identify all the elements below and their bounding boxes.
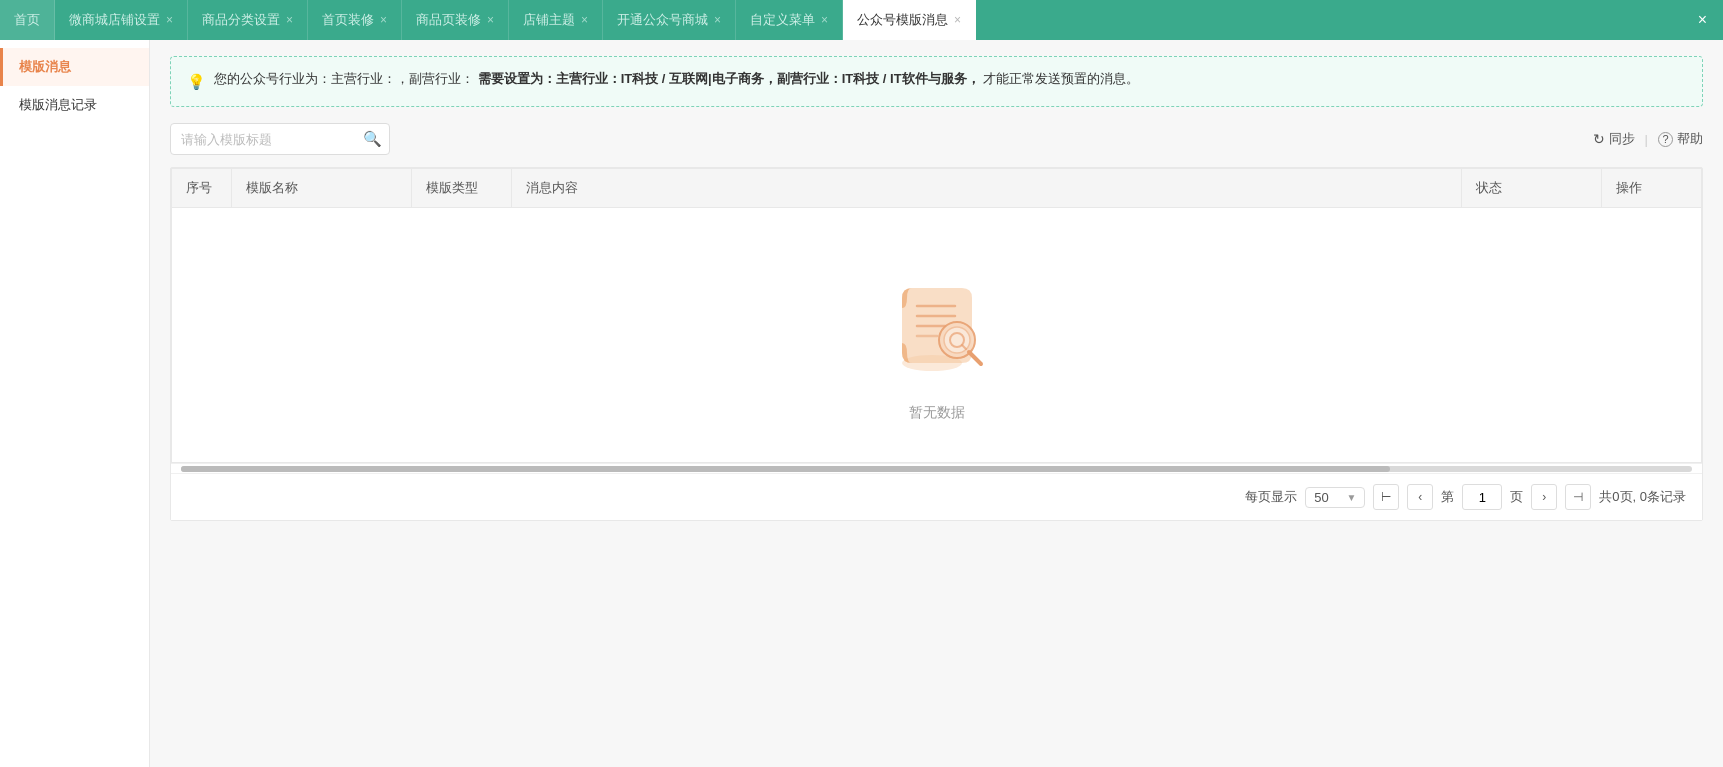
page-summary: 共0页, 0条记录: [1599, 488, 1686, 506]
search-input-wrap: 🔍: [170, 123, 390, 155]
tab-home-decoration-close[interactable]: ×: [380, 13, 387, 27]
help-icon: ?: [1658, 132, 1673, 147]
page-next-button[interactable]: ›: [1531, 484, 1557, 510]
tab-template-message-label: 公众号模版消息: [857, 11, 948, 29]
page-prev-button[interactable]: ‹: [1407, 484, 1433, 510]
page-last-button[interactable]: ⊣: [1565, 484, 1591, 510]
notice-banner: 💡 您的公众号行业为：主营行业：，副营行业： 需要设置为：主营行业：IT科技 /…: [170, 56, 1703, 107]
tab-store-settings[interactable]: 微商城店铺设置 ×: [55, 0, 188, 40]
search-input[interactable]: [170, 123, 390, 155]
tab-product-decoration-close[interactable]: ×: [487, 13, 494, 27]
tab-bar: 首页 微商城店铺设置 × 商品分类设置 × 首页装修 × 商品页装修 × 店铺主…: [0, 0, 1723, 40]
tab-category-settings[interactable]: 商品分类设置 ×: [188, 0, 308, 40]
tab-shop-theme[interactable]: 店铺主题 ×: [509, 0, 603, 40]
notice-highlight: 需要设置为：主营行业：IT科技 / 互联网|电子商务，副营行业：IT科技 / I…: [478, 71, 980, 86]
sync-label: 同步: [1609, 130, 1635, 148]
col-header-action: 操作: [1602, 169, 1702, 208]
col-header-seq: 序号: [172, 169, 232, 208]
sync-icon: ↻: [1593, 131, 1605, 147]
tab-store-settings-label: 微商城店铺设置: [69, 11, 160, 29]
col-header-type: 模版类型: [412, 169, 512, 208]
col-header-content: 消息内容: [512, 169, 1462, 208]
sidebar: 模版消息 模版消息记录: [0, 40, 150, 767]
tab-shop-theme-close[interactable]: ×: [581, 13, 588, 27]
sidebar-item-template-message-label: 模版消息: [19, 59, 71, 74]
main-content: 💡 您的公众号行业为：主营行业：，副营行业： 需要设置为：主营行业：IT科技 /…: [150, 40, 1723, 767]
per-page-value: 50: [1314, 490, 1328, 505]
tab-template-message-close[interactable]: ×: [954, 13, 961, 27]
tab-home-label: 首页: [14, 11, 40, 29]
empty-state: 暂无数据: [172, 208, 1701, 462]
notice-icon: 💡: [187, 70, 206, 94]
notice-text-before: 您的公众号行业为：主营行业：，副营行业：: [214, 71, 474, 86]
col-header-status: 状态: [1462, 169, 1602, 208]
tab-custom-menu-close[interactable]: ×: [821, 13, 828, 27]
tab-store-settings-close[interactable]: ×: [166, 13, 173, 27]
tab-custom-menu[interactable]: 自定义菜单 ×: [736, 0, 843, 40]
tab-open-mall[interactable]: 开通公众号商城 ×: [603, 0, 736, 40]
per-page-label: 每页显示: [1245, 488, 1297, 506]
sidebar-item-template-message[interactable]: 模版消息: [0, 48, 149, 86]
data-table: 序号 模版名称 模版类型 消息内容 状态: [171, 168, 1702, 463]
search-button[interactable]: 🔍: [363, 130, 382, 148]
sidebar-item-template-record-label: 模版消息记录: [19, 97, 97, 112]
empty-text: 暂无数据: [909, 404, 965, 422]
notice-text-after: 才能正常发送预置的消息。: [983, 71, 1139, 86]
layout: 模版消息 模版消息记录 💡 您的公众号行业为：主营行业：，副营行业： 需要设置为…: [0, 40, 1723, 767]
scrollbar-area[interactable]: [171, 463, 1702, 473]
tab-open-mall-close[interactable]: ×: [714, 13, 721, 27]
sidebar-item-template-record[interactable]: 模版消息记录: [0, 86, 149, 124]
close-all-button[interactable]: ×: [1682, 11, 1723, 29]
toolbar-right: ↻ 同步 | ? 帮助: [1593, 130, 1703, 148]
toolbar-divider: |: [1645, 132, 1648, 147]
help-button[interactable]: ? 帮助: [1658, 130, 1703, 148]
tab-product-decoration-label: 商品页装修: [416, 11, 481, 29]
notice-text: 您的公众号行业为：主营行业：，副营行业： 需要设置为：主营行业：IT科技 / 互…: [214, 69, 1139, 90]
tab-product-decoration[interactable]: 商品页装修 ×: [402, 0, 509, 40]
tab-home[interactable]: 首页: [0, 0, 55, 40]
tab-category-settings-label: 商品分类设置: [202, 11, 280, 29]
table-container: 序号 模版名称 模版类型 消息内容 状态: [170, 167, 1703, 521]
pagination-bar: 每页显示 50 ▼ ⊢ ‹ 第 页 › ⊣ 共0页, 0条记录: [171, 473, 1702, 520]
search-icon: 🔍: [363, 130, 382, 147]
page-label-before: 第: [1441, 488, 1454, 506]
tab-category-settings-close[interactable]: ×: [286, 13, 293, 27]
tab-home-decoration-label: 首页装修: [322, 11, 374, 29]
sync-button[interactable]: ↻ 同步: [1593, 130, 1635, 148]
tab-home-decoration[interactable]: 首页装修 ×: [308, 0, 402, 40]
col-header-name: 模版名称: [232, 169, 412, 208]
page-first-button[interactable]: ⊢: [1373, 484, 1399, 510]
horizontal-scrollbar[interactable]: [181, 466, 1692, 472]
page-number-input[interactable]: [1462, 484, 1502, 510]
scrollbar-thumb[interactable]: [181, 466, 1390, 472]
empty-illustration: [877, 268, 997, 388]
page-label-after: 页: [1510, 488, 1523, 506]
tab-template-message[interactable]: 公众号模版消息 ×: [843, 0, 976, 40]
tab-custom-menu-label: 自定义菜单: [750, 11, 815, 29]
tab-shop-theme-label: 店铺主题: [523, 11, 575, 29]
help-label: 帮助: [1677, 130, 1703, 148]
per-page-select[interactable]: 50 ▼: [1305, 487, 1365, 508]
tab-open-mall-label: 开通公众号商城: [617, 11, 708, 29]
search-bar: 🔍 ↻ 同步 | ? 帮助: [170, 123, 1703, 155]
table-header-row: 序号 模版名称 模版类型 消息内容 状态: [172, 169, 1702, 208]
empty-state-row: 暂无数据: [172, 208, 1702, 463]
per-page-dropdown-icon: ▼: [1346, 492, 1356, 503]
